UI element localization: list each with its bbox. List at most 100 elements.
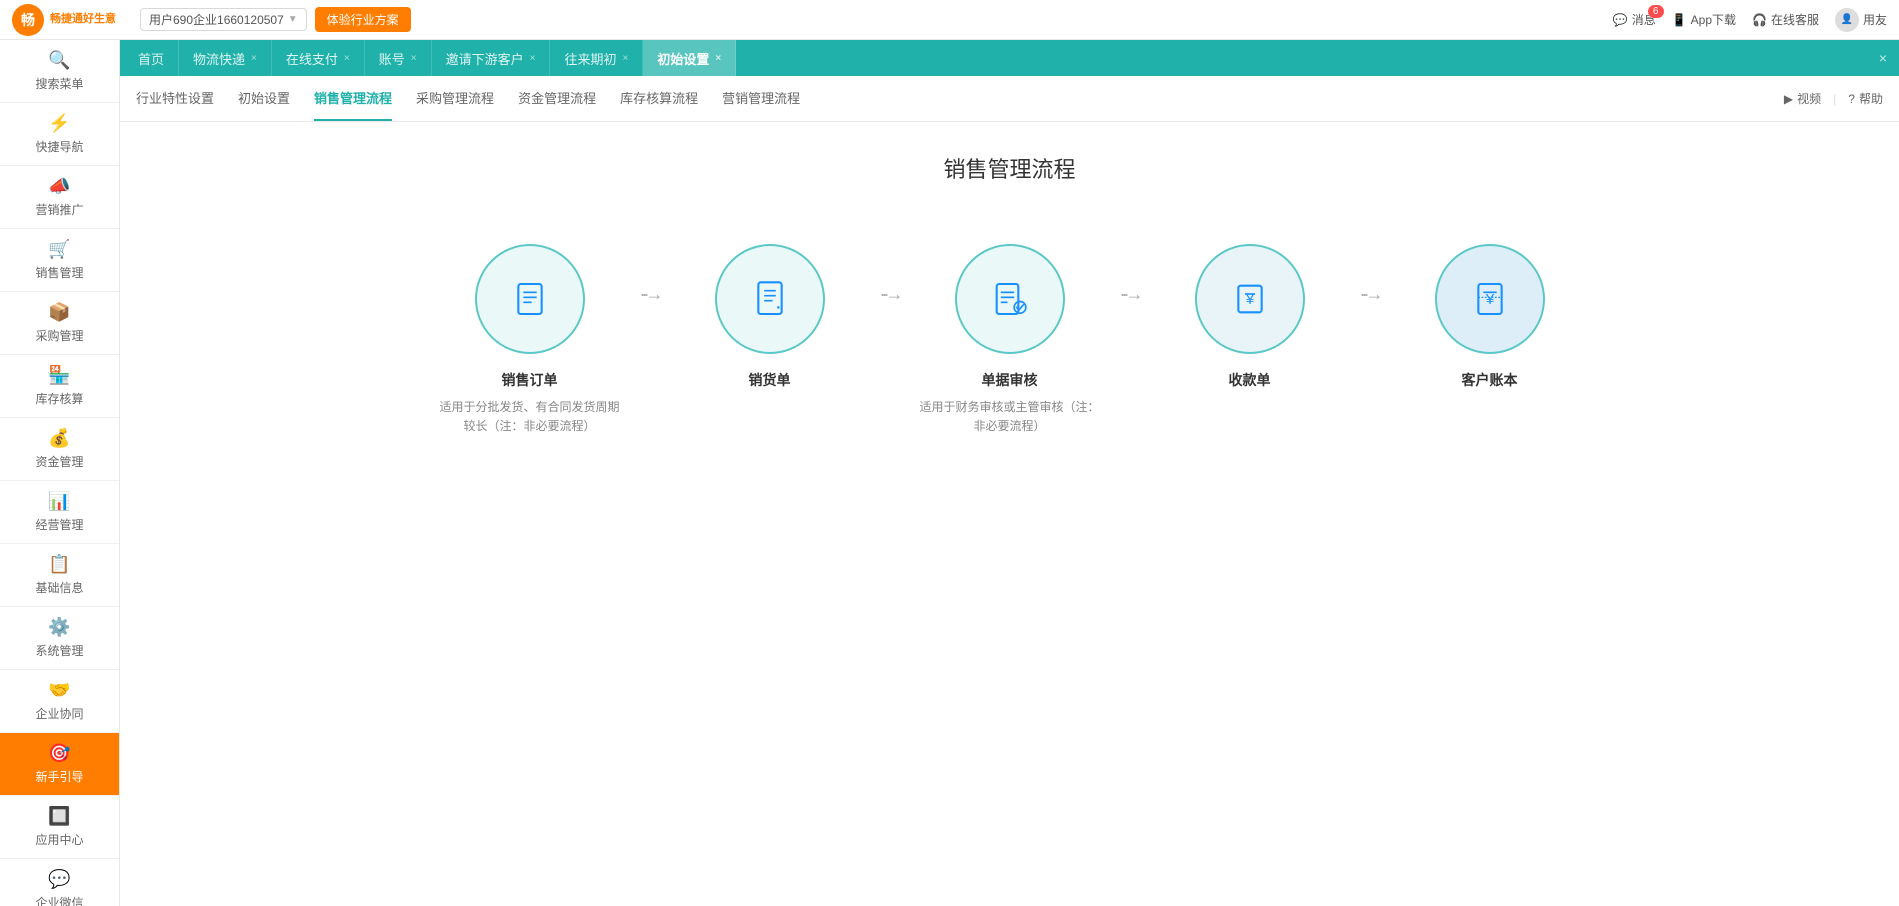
sub-tab-industry-label: 行业特性设置 bbox=[136, 91, 214, 106]
store-icon: 🏪 bbox=[48, 365, 70, 386]
flow-step-sales-order-desc: 适用于分批发货、有合同发货周期较长（注：非必要流程） bbox=[440, 398, 620, 436]
close-icon[interactable]: × bbox=[411, 53, 417, 64]
svg-text:¥: ¥ bbox=[1484, 291, 1494, 308]
help-icon: ? bbox=[1848, 92, 1855, 106]
sub-tab-marketing-flow-label: 营销管理流程 bbox=[722, 91, 800, 106]
sub-tab-sales-flow[interactable]: 销售管理流程 bbox=[314, 76, 392, 121]
sidebar-item-purchase-label: 采购管理 bbox=[35, 327, 83, 344]
nav-tab-account[interactable]: 账号 × bbox=[365, 40, 432, 76]
sidebar-item-search[interactable]: 🔍 搜索菜单 bbox=[0, 40, 119, 103]
trial-button[interactable]: 体验行业方案 bbox=[315, 7, 411, 32]
sub-tabs: 行业特性设置 初始设置 销售管理流程 采购管理流程 资金管理流程 库存核算流程 … bbox=[120, 76, 1899, 122]
flow-title: 销售管理流程 bbox=[160, 152, 1859, 184]
close-all-tabs-button[interactable]: × bbox=[1871, 50, 1895, 66]
close-icon[interactable]: × bbox=[251, 53, 257, 64]
sub-tab-finance-flow[interactable]: 资金管理流程 bbox=[518, 76, 596, 121]
sub-tab-marketing-flow[interactable]: 营销管理流程 bbox=[722, 76, 800, 121]
sub-tab-purchase-flow-label: 采购管理流程 bbox=[416, 91, 494, 106]
user-selector[interactable]: 用户690企业1660120507 ▼ bbox=[140, 8, 307, 31]
flow-step-receipt[interactable]: ¥ 收款单 bbox=[1160, 244, 1340, 398]
megaphone-icon: 📣 bbox=[48, 176, 70, 197]
sidebar-item-quick-nav-label: 快捷导航 bbox=[35, 138, 83, 155]
sub-tab-inventory-flow-label: 库存核算流程 bbox=[620, 91, 698, 106]
flow-circle-sales-order bbox=[475, 244, 585, 354]
close-icon[interactable]: × bbox=[344, 53, 350, 64]
handshake-icon: 🤝 bbox=[48, 680, 70, 701]
help-action[interactable]: ? 帮助 bbox=[1848, 90, 1883, 107]
sidebar-item-purchase[interactable]: 📦 采购管理 bbox=[0, 292, 119, 355]
nav-tab-initial-setup[interactable]: 初始设置 × bbox=[643, 40, 736, 76]
sidebar-item-enterprise-collab[interactable]: 🤝 企业协同 bbox=[0, 670, 119, 733]
flow-step-review-name: 单据审核 bbox=[982, 370, 1038, 390]
sidebar-item-enterprise-collab-label: 企业协同 bbox=[35, 705, 83, 722]
nav-tab-invite[interactable]: 邀请下游客户 × bbox=[432, 40, 551, 76]
main-content: 行业特性设置 初始设置 销售管理流程 采购管理流程 资金管理流程 库存核算流程 … bbox=[120, 76, 1899, 906]
user-avatar-button[interactable]: 👤 用友 bbox=[1835, 8, 1887, 32]
sidebar-item-base-info[interactable]: 📋 基础信息 bbox=[0, 544, 119, 607]
flow-circle-review bbox=[955, 244, 1065, 354]
sub-tab-inventory-flow[interactable]: 库存核算流程 bbox=[620, 76, 698, 121]
flow-step-ledger[interactable]: ¥ 客户账本 bbox=[1400, 244, 1580, 398]
flow-step-sales-order-name: 销售订单 bbox=[502, 370, 558, 390]
sub-tab-finance-flow-label: 资金管理流程 bbox=[518, 91, 596, 106]
flow-step-review-desc: 适用于财务审核或主管审核（注：非必要流程） bbox=[920, 398, 1100, 436]
close-icon[interactable]: × bbox=[715, 53, 721, 64]
nav-tab-home-label: 首页 bbox=[138, 49, 164, 68]
sidebar-item-enterprise-wechat[interactable]: 💬 企业微信 bbox=[0, 859, 119, 906]
close-icon[interactable]: × bbox=[622, 53, 628, 64]
sidebar-item-inventory-label: 库存核算 bbox=[35, 390, 83, 407]
chat-icon: 💬 bbox=[48, 869, 70, 890]
avatar: 👤 bbox=[1835, 8, 1859, 32]
sidebar-item-app-center[interactable]: 🔲 应用中心 bbox=[0, 796, 119, 859]
nav-tab-home[interactable]: 首页 bbox=[124, 40, 179, 76]
logo-text: 畅捷通好生意 bbox=[50, 12, 116, 26]
flow-step-sales-order[interactable]: 销售订单 适用于分批发货、有合同发货周期较长（注：非必要流程） bbox=[440, 244, 620, 436]
video-action[interactable]: ▶ 视频 bbox=[1784, 90, 1821, 107]
sub-tab-industry[interactable]: 行业特性设置 bbox=[136, 76, 214, 121]
online-service-button[interactable]: 🎧 在线客服 bbox=[1752, 11, 1819, 28]
sub-tab-initial[interactable]: 初始设置 bbox=[238, 76, 290, 121]
money-icon: 💰 bbox=[48, 428, 70, 449]
nav-tab-initial-setup-label: 初始设置 bbox=[657, 49, 709, 68]
flow-arrow-3: ···→ bbox=[1100, 244, 1160, 305]
sub-tab-purchase-flow[interactable]: 采购管理流程 bbox=[416, 76, 494, 121]
flow-content: 销售管理流程 销售订单 适用于分批发货、有合同发货周期较长（注：非必要流程） ·… bbox=[120, 122, 1899, 466]
video-icon: ▶ bbox=[1784, 92, 1793, 106]
sidebar-item-app-center-label: 应用中心 bbox=[35, 831, 83, 848]
sidebar-item-system[interactable]: ⚙️ 系统管理 bbox=[0, 607, 119, 670]
app-download-button[interactable]: 📱 App下载 bbox=[1672, 11, 1736, 28]
nav-tab-account-label: 账号 bbox=[379, 49, 405, 68]
clipboard-icon: 📋 bbox=[48, 554, 70, 575]
top-bar: 畅 畅捷通好生意 用户690企业1660120507 ▼ 体验行业方案 💬 消息… bbox=[0, 0, 1899, 40]
sidebar-item-search-label: 搜索菜单 bbox=[35, 75, 83, 92]
messages-button[interactable]: 💬 消息 6 bbox=[1613, 11, 1656, 28]
search-icon: 🔍 bbox=[48, 50, 70, 71]
flow-step-delivery[interactable]: 销货单 bbox=[680, 244, 860, 398]
logo-icon: 畅 bbox=[12, 4, 44, 36]
sidebar-item-sales[interactable]: 🛒 销售管理 bbox=[0, 229, 119, 292]
close-icon[interactable]: × bbox=[530, 53, 536, 64]
sidebar-item-quick-nav[interactable]: ⚡ 快捷导航 bbox=[0, 103, 119, 166]
sidebar-item-system-label: 系统管理 bbox=[35, 642, 83, 659]
flow-circle-receipt: ¥ bbox=[1195, 244, 1305, 354]
sidebar-item-marketing-label: 营销推广 bbox=[35, 201, 83, 218]
grid-icon: 🔲 bbox=[48, 806, 70, 827]
divider: | bbox=[1833, 92, 1836, 106]
flow-step-review[interactable]: 单据审核 适用于财务审核或主管审核（注：非必要流程） bbox=[920, 244, 1100, 436]
headset-icon: 🎧 bbox=[1752, 13, 1767, 27]
sidebar-item-inventory[interactable]: 🏪 库存核算 bbox=[0, 355, 119, 418]
flow-step-ledger-name: 客户账本 bbox=[1462, 370, 1518, 390]
sidebar: 🔍 搜索菜单 ⚡ 快捷导航 📣 营销推广 🛒 销售管理 📦 采购管理 🏪 库存核… bbox=[0, 40, 120, 906]
nav-tab-payment[interactable]: 在线支付 × bbox=[272, 40, 365, 76]
online-service-label: 在线客服 bbox=[1771, 11, 1819, 28]
help-label: 帮助 bbox=[1859, 90, 1883, 107]
sidebar-item-new-guide[interactable]: 🎯 新手引导 bbox=[0, 733, 119, 796]
video-label: 视频 bbox=[1797, 90, 1821, 107]
sidebar-item-finance-label: 资金管理 bbox=[35, 453, 83, 470]
nav-tab-logistics[interactable]: 物流快递 × bbox=[179, 40, 272, 76]
sidebar-item-operations[interactable]: 📊 经营管理 bbox=[0, 481, 119, 544]
sidebar-item-finance[interactable]: 💰 资金管理 bbox=[0, 418, 119, 481]
nav-tab-period[interactable]: 往来期初 × bbox=[550, 40, 643, 76]
sidebar-item-marketing[interactable]: 📣 营销推广 bbox=[0, 166, 119, 229]
flow-arrow-4: ···→ bbox=[1340, 244, 1400, 305]
